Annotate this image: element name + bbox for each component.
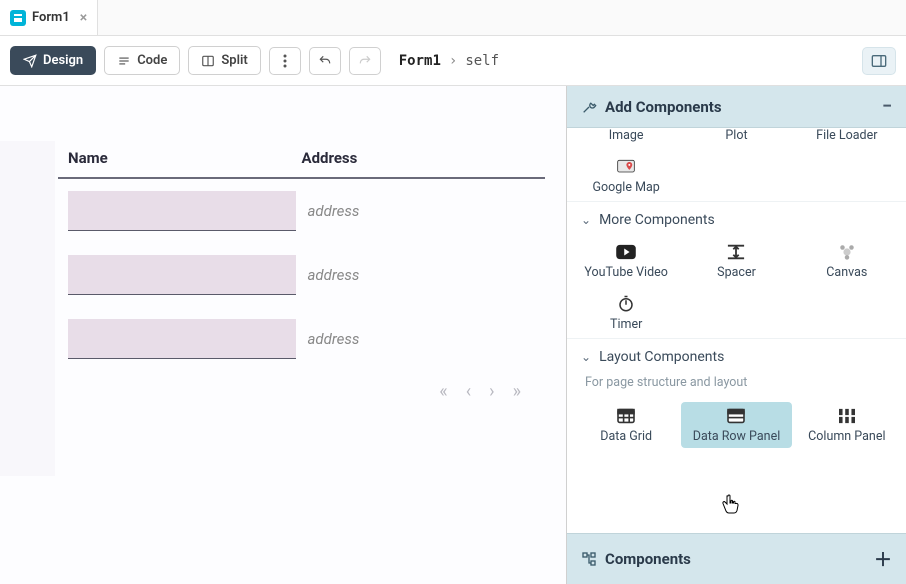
breadcrumb-self[interactable]: self — [465, 53, 499, 69]
minimize-icon[interactable]: − — [882, 96, 892, 117]
timer-icon — [614, 294, 638, 314]
component-label: Timer — [610, 317, 642, 332]
component-plot[interactable]: Plot — [681, 128, 791, 147]
section-more-components[interactable]: ⌄ More Components — [567, 201, 906, 234]
tab-title: Form1 — [32, 10, 70, 25]
component-data-row-panel[interactable]: Data Row Panel — [681, 402, 791, 448]
code-button[interactable]: Code — [104, 46, 180, 75]
pagination: « ‹ › » — [58, 371, 545, 402]
wrench-icon — [581, 99, 597, 115]
right-sidebar: Add Components − Image Plot File Loader — [566, 86, 906, 584]
plus-icon[interactable]: ＋ — [874, 546, 892, 572]
name-input[interactable] — [68, 255, 296, 295]
breadcrumb: Form1 › self — [399, 53, 499, 69]
component-label: Image — [609, 128, 644, 143]
component-image[interactable]: Image — [571, 128, 681, 147]
add-components-header[interactable]: Add Components − — [567, 86, 906, 128]
spacer-icon — [724, 242, 748, 262]
chevron-right-icon: › — [449, 53, 457, 69]
address-cell[interactable]: address — [308, 266, 536, 284]
components-scroll[interactable]: Image Plot File Loader Google Map — [567, 128, 906, 533]
section-title: More Components — [599, 212, 715, 228]
data-grid-icon — [614, 406, 638, 426]
data-grid-widget[interactable]: Name Address address address address « — [58, 141, 545, 402]
col-header-name[interactable]: Name — [68, 149, 302, 167]
panel-toggle-button[interactable] — [862, 47, 896, 75]
component-google-map[interactable]: Google Map — [571, 153, 681, 199]
component-label: Plot — [725, 128, 747, 143]
component-timer[interactable]: Timer — [571, 290, 681, 336]
component-label: File Loader — [816, 128, 877, 143]
components-title: Components — [605, 550, 691, 568]
breadcrumb-root[interactable]: Form1 — [399, 53, 441, 69]
split-label: Split — [221, 53, 247, 68]
component-label: Data Grid — [600, 429, 652, 444]
section-title: Layout Components — [599, 349, 724, 365]
form-file-icon — [10, 10, 26, 26]
design-button[interactable]: Design — [10, 46, 96, 75]
component-label: Spacer — [717, 265, 756, 280]
page-first-icon[interactable]: « — [439, 381, 447, 402]
redo-button[interactable] — [349, 47, 381, 75]
design-label: Design — [43, 53, 83, 68]
table-row[interactable]: address — [58, 307, 545, 371]
col-header-address[interactable]: Address — [302, 149, 536, 167]
code-label: Code — [137, 53, 167, 68]
page-next-icon[interactable]: › — [489, 381, 494, 402]
table-row[interactable]: address — [58, 243, 545, 307]
address-cell[interactable]: address — [308, 330, 536, 348]
component-canvas[interactable]: Canvas — [792, 238, 902, 284]
chevron-down-icon: ⌄ — [581, 213, 591, 227]
design-canvas[interactable]: Name Address address address address « — [0, 86, 566, 584]
component-data-grid[interactable]: Data Grid — [571, 402, 681, 448]
selection-overlay — [0, 141, 55, 476]
component-label: YouTube Video — [584, 265, 667, 280]
map-pin-icon — [614, 157, 638, 177]
section-description: For page structure and layout — [567, 371, 906, 398]
component-label: Google Map — [593, 180, 660, 195]
form-container[interactable]: Name Address address address address « — [0, 141, 555, 402]
data-grid-header: Name Address — [58, 141, 545, 179]
data-row-panel-icon — [724, 406, 748, 426]
components-header[interactable]: Components ＋ — [567, 533, 906, 584]
page-prev-icon[interactable]: ‹ — [466, 381, 471, 402]
tab-bar: Form1 × — [0, 0, 906, 36]
component-label: Data Row Panel — [693, 429, 781, 444]
more-button[interactable] — [269, 47, 301, 75]
canvas-icon — [835, 242, 859, 262]
main: Name Address address address address « — [0, 86, 906, 584]
tree-icon — [581, 551, 597, 567]
component-label: Canvas — [826, 265, 867, 280]
table-row[interactable]: address — [58, 179, 545, 243]
add-components-title: Add Components — [605, 98, 722, 116]
component-label: Column Panel — [808, 429, 885, 444]
section-layout-components[interactable]: ⌄ Layout Components — [567, 338, 906, 371]
page-last-icon[interactable]: » — [513, 381, 521, 402]
close-icon[interactable]: × — [80, 10, 87, 26]
undo-button[interactable] — [309, 47, 341, 75]
youtube-icon — [614, 242, 638, 262]
component-spacer[interactable]: Spacer — [681, 238, 791, 284]
toolbar: Design Code Split Form1 › self — [0, 36, 906, 86]
split-button[interactable]: Split — [188, 46, 260, 75]
column-panel-icon — [835, 406, 859, 426]
component-youtube[interactable]: YouTube Video — [571, 238, 681, 284]
tab-form1[interactable]: Form1 × — [0, 0, 98, 35]
name-input[interactable] — [68, 319, 296, 359]
address-cell[interactable]: address — [308, 202, 536, 220]
component-column-panel[interactable]: Column Panel — [792, 402, 902, 448]
chevron-down-icon: ⌄ — [581, 350, 591, 364]
component-file-loader[interactable]: File Loader — [792, 128, 902, 147]
name-input[interactable] — [68, 191, 296, 231]
